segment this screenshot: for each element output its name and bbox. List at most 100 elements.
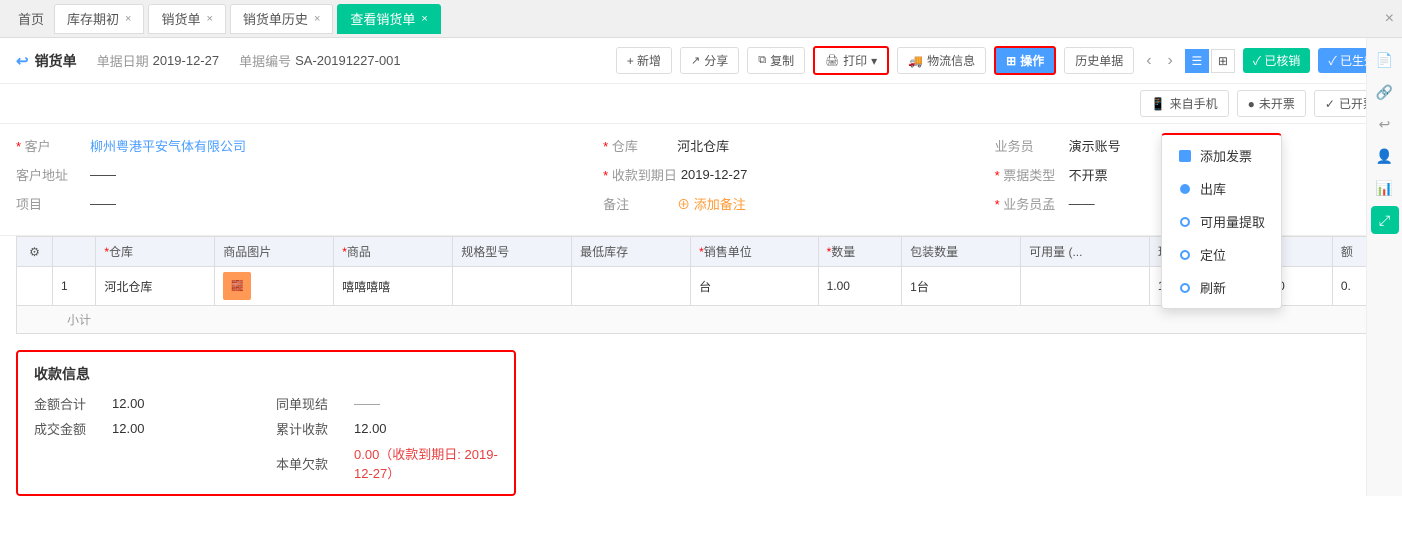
dropdown-locate[interactable]: 定位 bbox=[1162, 238, 1281, 271]
sidebar-expand-icon[interactable]: ⤢ bbox=[1371, 206, 1399, 234]
tab-sales-history-close[interactable]: × bbox=[314, 13, 320, 25]
payment-empty bbox=[34, 444, 256, 482]
col-num bbox=[53, 237, 96, 267]
dropdown-menu: 添加发票 出库 可用量提取 定位 bbox=[1161, 133, 1282, 309]
prev-button[interactable]: ‹ bbox=[1142, 50, 1155, 72]
list-view-button[interactable]: ☰ bbox=[1185, 49, 1209, 73]
tab-sales-close[interactable]: × bbox=[206, 13, 212, 25]
project-value: —— bbox=[90, 196, 116, 211]
doc-title-icon: ↩ bbox=[16, 52, 29, 70]
cell-settings bbox=[17, 267, 53, 306]
cell-num: 1 bbox=[53, 267, 96, 306]
payment-date-label: 收款到期日 bbox=[603, 165, 677, 184]
view-toggle: ☰ ⊞ bbox=[1185, 49, 1235, 73]
not-open-button[interactable]: ● 未开票 bbox=[1237, 90, 1306, 117]
product-image: 🧱 bbox=[223, 272, 251, 300]
copy-button[interactable]: ⧉ 复制 bbox=[747, 47, 805, 74]
payment-grid: 金额合计 12.00 同单现结 —— 成交金额 12.00 累计收款 12.00 bbox=[34, 394, 498, 482]
payment-same-order: 同单现结 —— bbox=[276, 394, 498, 413]
share-icon: ↗ bbox=[691, 54, 700, 67]
col-quantity: *数量 bbox=[818, 237, 902, 267]
cell-product: 嘻嘻嘻嘻 bbox=[334, 267, 453, 306]
subtotal-row: 小计 bbox=[17, 306, 1386, 334]
doc-date-value: 2019-12-27 bbox=[153, 53, 220, 68]
payment-date-value: 2019-12-27 bbox=[681, 167, 748, 182]
dropdown-available-extract[interactable]: 可用量提取 bbox=[1162, 205, 1281, 238]
col-unit: *销售单位 bbox=[691, 237, 819, 267]
truck-icon: 🚚 bbox=[908, 54, 923, 68]
doc-number-value: SA-20191227-001 bbox=[295, 53, 401, 68]
tab-bar: 首页 库存期初 × 销货单 × 销货单历史 × 查看销货单 × × bbox=[0, 0, 1402, 38]
dropdown-outbound[interactable]: 出库 bbox=[1162, 172, 1281, 205]
tab-view-sales-close[interactable]: × bbox=[421, 13, 427, 25]
staff-value: 演示账号 bbox=[1069, 136, 1121, 155]
cell-unit: 台 bbox=[691, 267, 819, 306]
dropdown-add-invoice[interactable]: 添加发票 bbox=[1162, 139, 1281, 172]
tab-inventory-close[interactable]: × bbox=[125, 13, 131, 25]
cell-image: 🧱 bbox=[215, 267, 334, 306]
cell-available bbox=[1021, 267, 1150, 306]
sidebar-return-icon[interactable]: ↩ bbox=[1371, 110, 1399, 138]
right-sidebar: 📄 🔗 ↩ 👤 📊 ⤢ bbox=[1366, 38, 1402, 496]
tab-view-sales[interactable]: 查看销货单 × bbox=[337, 4, 440, 34]
salesman-label: 业务员孟 bbox=[995, 194, 1065, 213]
customer-value[interactable]: 柳州粤港平安气体有限公司 bbox=[90, 136, 246, 155]
sidebar-link-icon[interactable]: 🔗 bbox=[1371, 78, 1399, 106]
warehouse-label: 仓库 bbox=[603, 136, 673, 155]
staff-label: 业务员 bbox=[995, 136, 1065, 155]
dropdown-refresh[interactable]: 刷新 bbox=[1162, 271, 1281, 304]
payment-deal-amount: 成交金额 12.00 bbox=[34, 419, 256, 438]
outbound-icon bbox=[1178, 182, 1192, 196]
logistics-button[interactable]: 🚚 物流信息 bbox=[897, 47, 986, 74]
salesman-value: —— bbox=[1069, 196, 1095, 211]
address-value: —— bbox=[90, 167, 116, 182]
sidebar-user-icon[interactable]: 👤 bbox=[1371, 142, 1399, 170]
history-button[interactable]: 历史单据 bbox=[1064, 47, 1134, 74]
grid-view-button[interactable]: ⊞ bbox=[1211, 49, 1235, 73]
payment-title: 收款信息 bbox=[34, 364, 498, 384]
new-button[interactable]: + 新增 bbox=[616, 47, 672, 74]
tab-home[interactable]: 首页 bbox=[8, 9, 54, 28]
customer-field: 客户 柳州粤港平安气体有限公司 bbox=[16, 136, 603, 155]
tab-sales[interactable]: 销货单 × bbox=[148, 4, 225, 34]
sidebar-chart-icon[interactable]: 📊 bbox=[1371, 174, 1399, 202]
grid-icon: ⊞ bbox=[1006, 54, 1016, 68]
cell-min-stock bbox=[572, 267, 691, 306]
col-spec: 规格型号 bbox=[453, 237, 572, 267]
col-available: 可用量 (... bbox=[1021, 237, 1150, 267]
operate-button[interactable]: ⊞ 操作 bbox=[994, 46, 1056, 75]
col-min-stock: 最低库存 bbox=[572, 237, 691, 267]
tab-bar-close[interactable]: × bbox=[1385, 10, 1394, 28]
print-icon: 🖨 bbox=[825, 54, 839, 67]
toolbar-row: 📱 来自手机 ● 未开票 ✓ 已开票 bbox=[0, 84, 1402, 124]
cell-package-qty: 1台 bbox=[902, 267, 1021, 306]
share-button[interactable]: ↗ 分享 bbox=[680, 47, 739, 74]
doc-header: ↩ 销货单 单据日期 2019-12-27 单据编号 SA-20191227-0… bbox=[0, 38, 1402, 84]
col-image: 商品图片 bbox=[215, 237, 334, 267]
next-button[interactable]: › bbox=[1164, 50, 1177, 72]
tab-sales-history[interactable]: 销货单历史 × bbox=[230, 4, 333, 34]
add-note-button[interactable]: ⊕ 添加备注 bbox=[677, 197, 746, 212]
tab-inventory[interactable]: 库存期初 × bbox=[54, 4, 144, 34]
sidebar-doc-icon[interactable]: 📄 bbox=[1371, 46, 1399, 74]
cell-spec bbox=[453, 267, 572, 306]
status-voided-button[interactable]: ✓ 已核销 bbox=[1243, 48, 1311, 73]
payment-owed: 本单欠款 0.00（收款到期日: 2019-12-27） bbox=[276, 444, 498, 482]
col-product: *商品 bbox=[334, 237, 453, 267]
print-button[interactable]: 🖨 打印 ▾ bbox=[813, 46, 889, 75]
phone-icon: 📱 bbox=[1151, 97, 1166, 111]
address-label: 客户地址 bbox=[16, 165, 86, 184]
project-field: 项目 —— bbox=[16, 194, 603, 213]
copy-icon: ⧉ bbox=[758, 54, 766, 67]
doc-meta: 单据日期 2019-12-27 单据编号 SA-20191227-001 bbox=[97, 51, 401, 70]
doc-title: ↩ 销货单 bbox=[16, 51, 77, 71]
customer-label: 客户 bbox=[16, 136, 86, 155]
extract-icon bbox=[1178, 215, 1192, 229]
note-label: 备注 bbox=[603, 194, 673, 213]
refresh-icon bbox=[1178, 281, 1192, 295]
ticket-type-value: 不开票 bbox=[1069, 165, 1108, 184]
from-phone-button[interactable]: 📱 来自手机 bbox=[1140, 90, 1229, 117]
doc-date-label: 单据日期 2019-12-27 bbox=[97, 51, 220, 70]
address-field: 客户地址 —— bbox=[16, 165, 603, 184]
col-package-qty: 包装数量 bbox=[902, 237, 1021, 267]
